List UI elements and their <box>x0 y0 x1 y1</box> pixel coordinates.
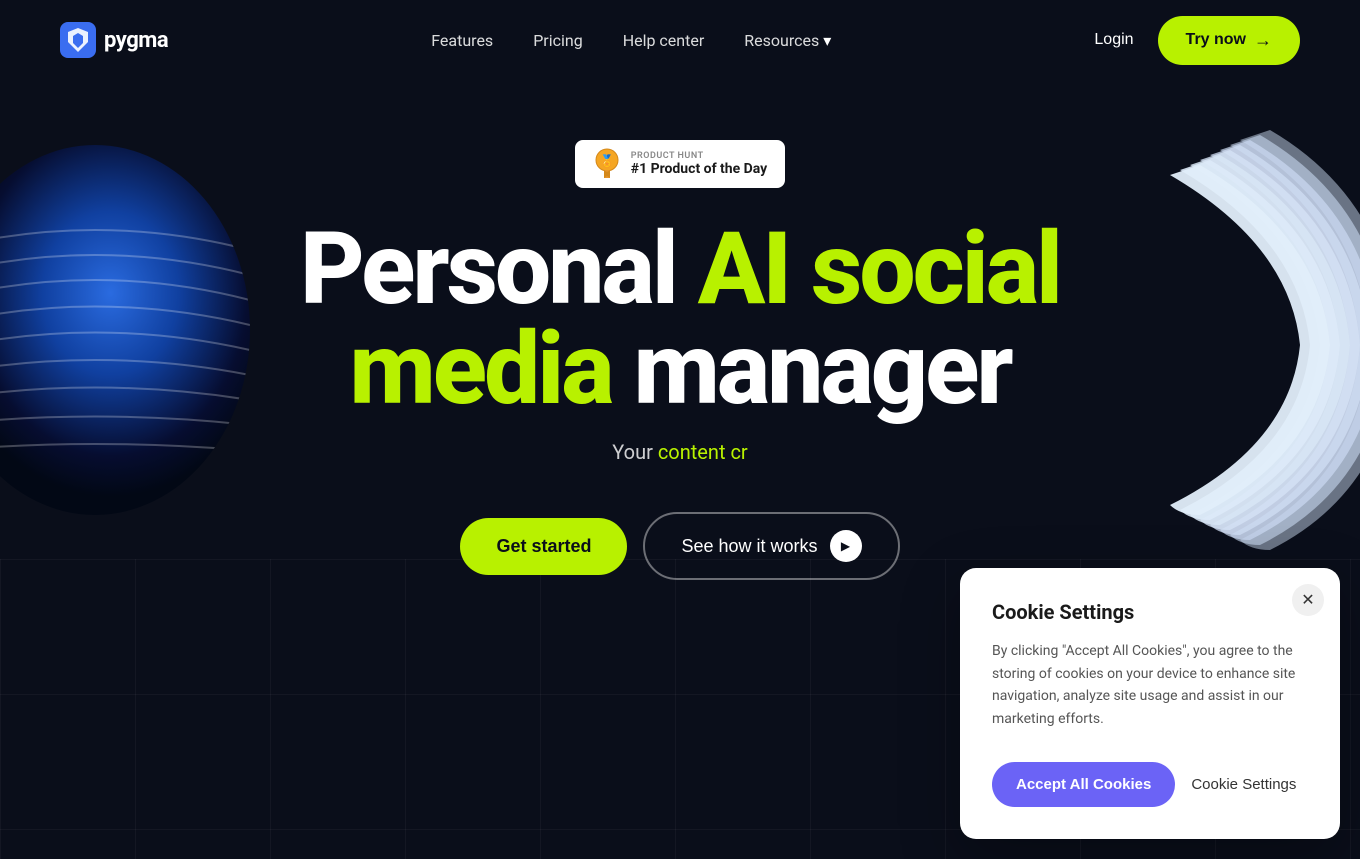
logo-icon <box>60 22 96 58</box>
chevron-down-icon: ▾ <box>823 31 831 50</box>
ph-badge-text: PRODUCT HUNT #1 Product of the Day <box>631 151 767 177</box>
ph-product-of-day: #1 Product of the Day <box>631 161 767 177</box>
cookie-settings-button[interactable]: Cookie Settings <box>1191 776 1296 793</box>
ph-product-hunt-label: PRODUCT HUNT <box>631 151 767 161</box>
nav-links: Features Pricing Help center Resources ▾ <box>431 31 831 50</box>
cookie-actions: Accept All Cookies Cookie Settings <box>992 762 1308 807</box>
logo-text: pygma <box>104 28 168 53</box>
cookie-popup: ✕ Cookie Settings By clicking "Accept Al… <box>960 568 1340 839</box>
headline-manager: manager <box>634 311 1011 428</box>
cookie-close-button[interactable]: ✕ <box>1292 584 1324 616</box>
nav-right: Login Try now → <box>1094 16 1300 65</box>
subtitle-highlight: content cr <box>658 440 748 464</box>
cookie-body: By clicking "Accept All Cookies", you ag… <box>992 640 1308 730</box>
hero-headline: Personal AI social media manager <box>300 220 1060 420</box>
cta-buttons: Get started See how it works ▶ <box>460 512 899 580</box>
hero-subtitle: Your content cr <box>612 440 747 464</box>
product-hunt-badge: 🏅 PRODUCT HUNT #1 Product of the Day <box>575 140 785 188</box>
see-how-button[interactable]: See how it works ▶ <box>643 512 899 580</box>
login-button[interactable]: Login <box>1094 31 1133 49</box>
nav-link-help[interactable]: Help center <box>623 31 705 50</box>
nav-link-pricing[interactable]: Pricing <box>533 31 583 50</box>
nav-link-features[interactable]: Features <box>431 31 493 50</box>
arrow-icon: → <box>1254 30 1272 51</box>
accept-cookies-button[interactable]: Accept All Cookies <box>992 762 1175 807</box>
nav-item-resources[interactable]: Resources ▾ <box>744 31 831 50</box>
try-now-label: Try now <box>1186 31 1246 49</box>
svg-text:🏅: 🏅 <box>599 154 614 168</box>
nav-link-resources[interactable]: Resources <box>744 31 819 50</box>
nav-item-features[interactable]: Features <box>431 31 493 50</box>
navbar: pygma Features Pricing Help center Resou… <box>0 0 1360 80</box>
logo[interactable]: pygma <box>60 22 168 58</box>
cookie-title: Cookie Settings <box>992 600 1308 624</box>
play-icon: ▶ <box>830 530 862 562</box>
get-started-button[interactable]: Get started <box>460 518 627 575</box>
medal-icon: 🏅 <box>593 148 621 180</box>
headline-media: media <box>349 311 633 428</box>
nav-item-pricing[interactable]: Pricing <box>533 31 583 50</box>
try-now-button[interactable]: Try now → <box>1158 16 1300 65</box>
see-how-label: See how it works <box>681 536 817 557</box>
hero-section: 🏅 PRODUCT HUNT #1 Product of the Day Per… <box>0 80 1360 580</box>
subtitle-prefix: Your <box>612 440 658 464</box>
nav-item-help[interactable]: Help center <box>623 31 705 50</box>
